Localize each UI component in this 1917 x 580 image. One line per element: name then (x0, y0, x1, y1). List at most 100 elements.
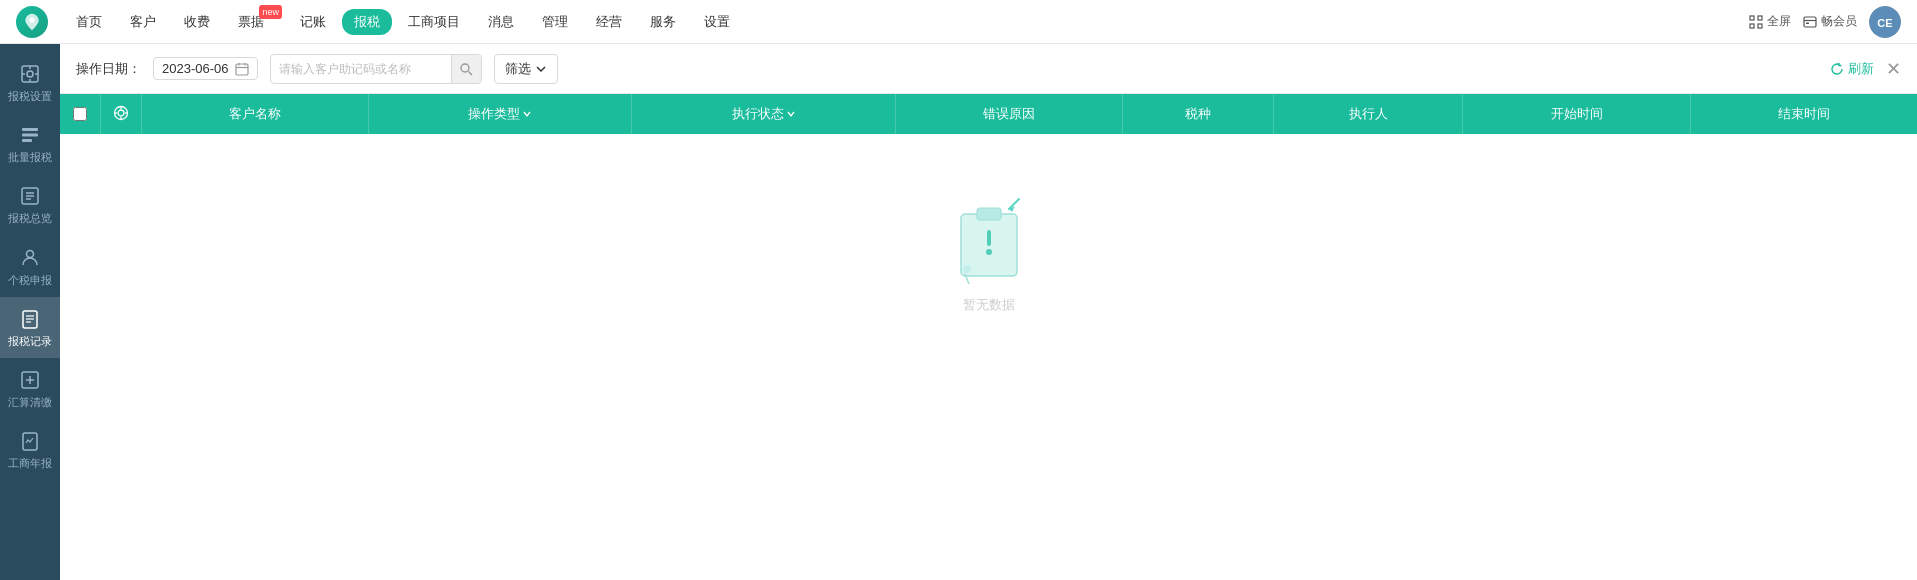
sidebar-item-settlement[interactable]: 汇算清缴 (0, 358, 60, 419)
nav-tax[interactable]: 报税 (342, 9, 392, 35)
nav-billing[interactable]: 收费 (172, 9, 222, 35)
nav-business[interactable]: 工商项目 (396, 9, 472, 35)
new-badge: new (259, 5, 282, 19)
th-error: 错误原因 (895, 94, 1123, 134)
toolbar: 操作日期： 2023-06-06 (60, 44, 1917, 94)
sidebar-label-tax-summary: 报税总览 (8, 212, 52, 225)
search-button[interactable] (451, 54, 481, 84)
svg-rect-7 (1806, 22, 1809, 24)
toolbar-right: 刷新 ✕ (1830, 58, 1901, 80)
sidebar-item-tax-summary[interactable]: 报税总览 (0, 174, 60, 235)
annual-report-icon (18, 429, 42, 453)
close-button[interactable]: ✕ (1886, 58, 1901, 80)
search-input-wrap (270, 54, 482, 84)
nav-operation[interactable]: 经营 (584, 9, 634, 35)
filter-icon-optype (522, 109, 532, 119)
date-label: 操作日期： (76, 60, 141, 78)
th-endtime: 结束时间 (1691, 94, 1917, 134)
sidebar-item-annual-report[interactable]: 工商年报 (0, 419, 60, 480)
data-table: 客户名称 操作类型 执行状态 (60, 94, 1917, 354)
logo[interactable] (16, 6, 48, 38)
empty-state: 暂无数据 (60, 134, 1917, 354)
member-icon (1803, 15, 1817, 29)
table-header-row: 客户名称 操作类型 执行状态 (60, 94, 1917, 134)
tax-record-icon (18, 307, 42, 331)
table-wrap: 客户名称 操作类型 执行状态 (60, 94, 1917, 580)
empty-text: 暂无数据 (963, 296, 1015, 314)
personal-tax-icon (18, 246, 42, 270)
empty-icon (949, 194, 1029, 284)
th-starttime: 开始时间 (1463, 94, 1691, 134)
sidebar-label-annual-report: 工商年报 (8, 457, 52, 470)
sidebar-item-tax-record[interactable]: 报税记录 (0, 297, 60, 358)
filter-icon-status (786, 109, 796, 119)
calendar-icon (235, 62, 249, 76)
th-executor: 执行人 (1274, 94, 1463, 134)
nav-settings[interactable]: 设置 (692, 9, 742, 35)
settings-icon (113, 105, 129, 121)
batch-tax-icon (18, 123, 42, 147)
nav-invoice[interactable]: 票据 new (226, 9, 284, 35)
refresh-button[interactable]: 刷新 (1830, 60, 1874, 78)
nav-account[interactable]: 记账 (288, 9, 338, 35)
nav-service[interactable]: 服务 (638, 9, 688, 35)
th-status[interactable]: 执行状态 (632, 94, 895, 134)
chevron-down-icon (535, 63, 547, 75)
svg-point-11 (27, 71, 33, 77)
svg-line-37 (469, 71, 473, 75)
date-value: 2023-06-06 (162, 61, 229, 76)
filter-label: 筛选 (505, 60, 531, 78)
fullscreen-button[interactable]: 全屏 (1749, 13, 1791, 30)
svg-rect-17 (22, 134, 38, 137)
member-button[interactable]: 畅会员 (1803, 13, 1857, 30)
sidebar-label-batch-tax: 批量报税 (8, 151, 52, 164)
tax-summary-icon (18, 184, 42, 208)
top-nav: 首页 客户 收费 票据 new 记账 报税 工商项目 消息 管理 经营 服务 设… (0, 0, 1917, 44)
refresh-icon (1830, 62, 1844, 76)
sidebar-label-tax-settings: 报税设置 (8, 90, 52, 103)
nav-home[interactable]: 首页 (64, 9, 114, 35)
settlement-icon (18, 368, 42, 392)
sidebar-label-settlement: 汇算清缴 (8, 396, 52, 409)
table-body: 暂无数据 (60, 134, 1917, 354)
search-icon (459, 62, 473, 76)
sidebar-item-batch-tax[interactable]: 批量报税 (0, 113, 60, 174)
nav-message[interactable]: 消息 (476, 9, 526, 35)
th-settings[interactable] (100, 94, 141, 134)
filter-button[interactable]: 筛选 (494, 54, 558, 84)
svg-rect-3 (1750, 24, 1754, 28)
th-checkbox[interactable] (60, 94, 100, 134)
svg-rect-16 (22, 128, 38, 131)
empty-state-cell: 暂无数据 (60, 134, 1917, 354)
svg-point-36 (461, 64, 469, 72)
th-customer: 客户名称 (141, 94, 369, 134)
top-nav-right: 全屏 畅会员 CE (1749, 6, 1901, 38)
nav-customer[interactable]: 客户 (118, 9, 168, 35)
svg-rect-32 (236, 64, 248, 75)
select-all-checkbox[interactable] (73, 107, 87, 121)
svg-point-23 (27, 250, 34, 257)
sidebar-item-tax-settings[interactable]: 报税设置 (0, 52, 60, 113)
empty-state-row: 暂无数据 (60, 134, 1917, 354)
svg-text:CE: CE (1877, 17, 1892, 29)
svg-point-38 (118, 110, 124, 116)
content-area: 操作日期： 2023-06-06 (60, 44, 1917, 580)
sidebar: 报税设置 批量报税 报税总览 (0, 44, 60, 580)
svg-point-50 (963, 265, 971, 273)
svg-point-0 (30, 17, 35, 22)
avatar[interactable]: CE (1869, 6, 1901, 38)
sidebar-label-personal-tax: 个税申报 (8, 274, 52, 287)
refresh-label: 刷新 (1848, 60, 1874, 78)
sidebar-item-personal-tax[interactable]: 个税申报 (0, 236, 60, 297)
svg-rect-47 (987, 230, 991, 246)
svg-point-46 (986, 249, 992, 255)
sidebar-label-tax-record: 报税记录 (8, 335, 52, 348)
svg-rect-4 (1758, 24, 1762, 28)
th-taxtype: 税种 (1123, 94, 1274, 134)
th-optype[interactable]: 操作类型 (369, 94, 632, 134)
svg-rect-2 (1758, 16, 1762, 20)
search-input[interactable] (271, 62, 451, 76)
nav-management[interactable]: 管理 (530, 9, 580, 35)
fullscreen-icon (1749, 15, 1763, 29)
date-input[interactable]: 2023-06-06 (153, 57, 258, 80)
